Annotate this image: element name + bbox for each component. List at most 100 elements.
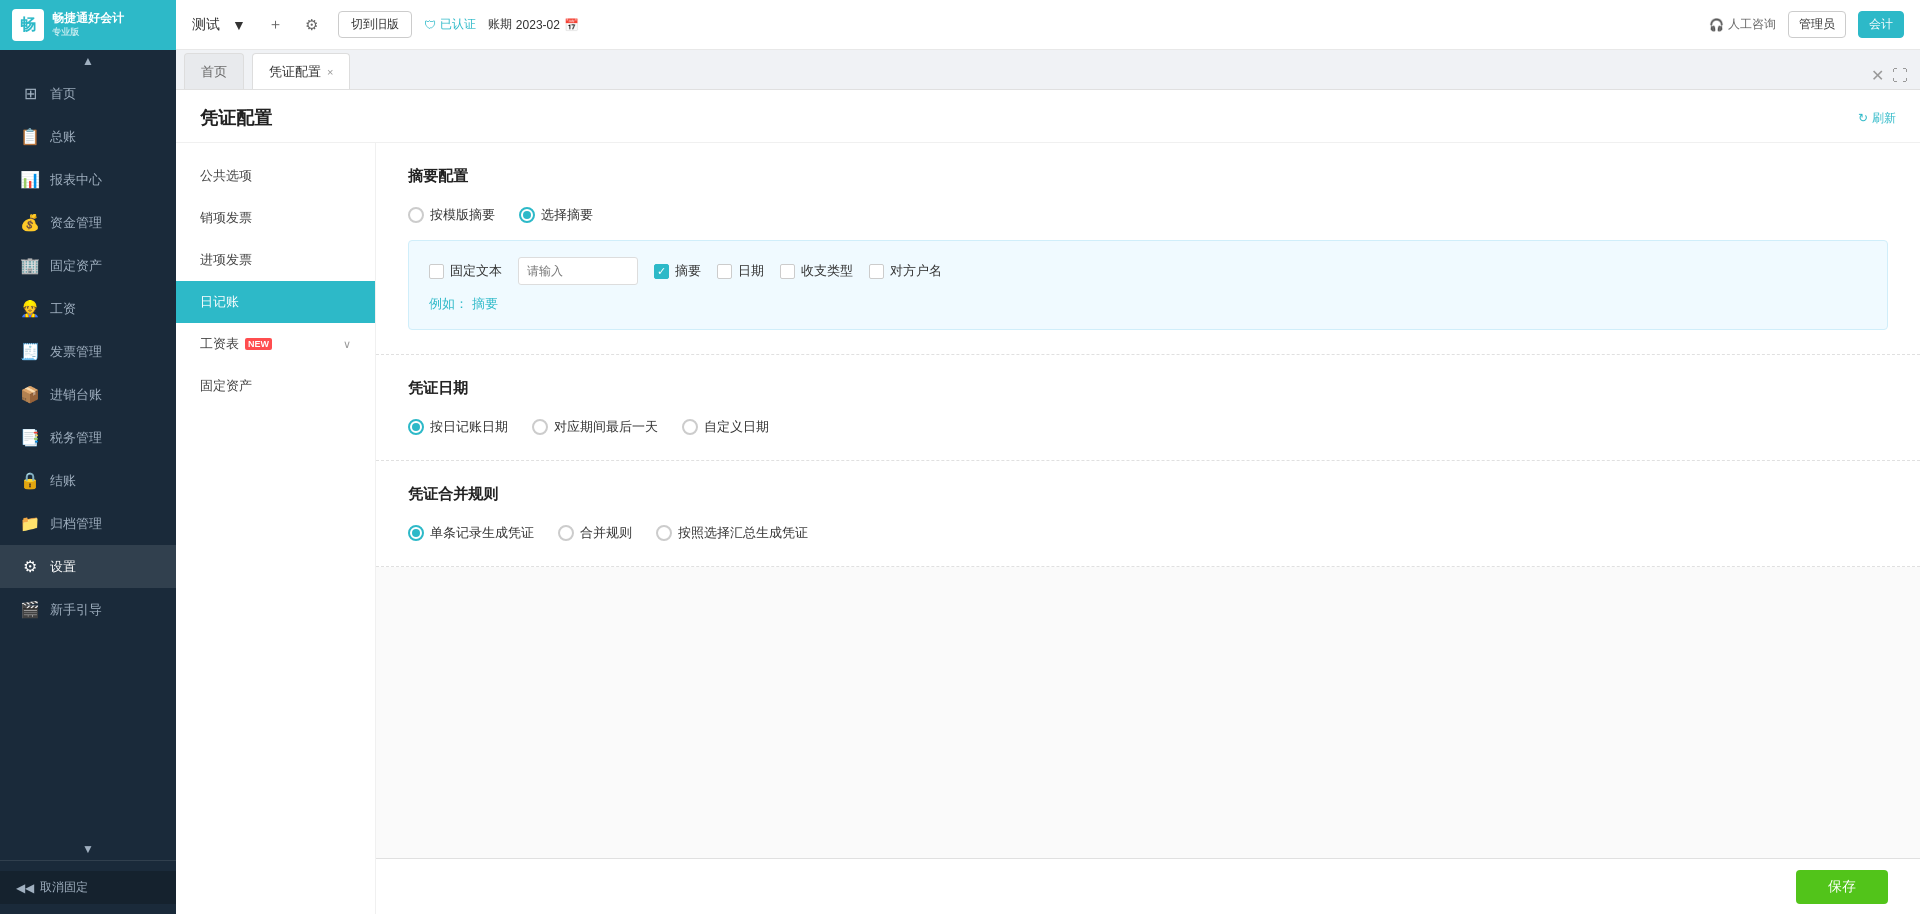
sidebar-item-cash[interactable]: 💰 资金管理	[0, 201, 176, 244]
pay-type-label: 收支类型	[801, 262, 853, 280]
sidebar-item-home[interactable]: ⊞ 首页	[0, 72, 176, 115]
tab-home[interactable]: 首页	[184, 53, 244, 89]
radio-period-last-day[interactable]: 对应期间最后一天	[532, 418, 658, 436]
cancel-fixed-btn[interactable]: ◀◀ 取消固定	[0, 871, 176, 904]
period-value: 2023-02	[516, 18, 560, 32]
checkbox-box-counterpart	[869, 264, 884, 279]
fixed-text-input[interactable]	[518, 257, 638, 285]
guide-icon: 🎬	[20, 600, 40, 619]
refresh-btn[interactable]: ↻ 刷新	[1858, 110, 1896, 127]
radio-template-label: 按模版摘要	[430, 206, 495, 224]
tab-close-icon[interactable]: ×	[327, 66, 333, 78]
refresh-icon: ↻	[1858, 111, 1868, 125]
scroll-down-arrow[interactable]: ▼	[0, 838, 176, 860]
radio-template-summary[interactable]: 按模版摘要	[408, 206, 495, 224]
radio-journal-date[interactable]: 按日记账日期	[408, 418, 508, 436]
sidebar-item-label: 税务管理	[50, 429, 102, 447]
left-nav-item-public[interactable]: 公共选项	[176, 155, 375, 197]
close-window-btn[interactable]: ✕	[1871, 66, 1884, 85]
archive-icon: 📁	[20, 514, 40, 533]
save-button[interactable]: 保存	[1796, 870, 1888, 904]
sidebar-item-close-account[interactable]: 🔒 结账	[0, 459, 176, 502]
logo-icon: 畅	[12, 9, 44, 41]
sidebar-item-tax[interactable]: 📑 税务管理	[0, 416, 176, 459]
sidebar-item-ledger[interactable]: 📋 总账	[0, 115, 176, 158]
scroll-up-arrow[interactable]: ▲	[0, 50, 176, 72]
radio-select-summary[interactable]: 选择摘要	[519, 206, 593, 224]
left-nav-item-journal[interactable]: 日记账	[176, 281, 375, 323]
sidebar-item-label: 发票管理	[50, 343, 102, 361]
add-btn[interactable]: ＋	[262, 11, 290, 39]
summary-radio-group: 按模版摘要 选择摘要	[408, 206, 1888, 224]
example-text: 例如： 摘要	[429, 295, 1867, 313]
summary-config-box: 固定文本 ✓ 摘要 日期	[408, 240, 1888, 330]
sidebar-item-label: 固定资产	[50, 257, 102, 275]
left-nav-item-sales-invoice[interactable]: 销项发票	[176, 197, 375, 239]
page: 凭证配置 ↻ 刷新 公共选项 销项发票 进项发票	[176, 90, 1920, 914]
radio-merge-label: 合并规则	[580, 524, 632, 542]
fixed-text-label: 固定文本	[450, 262, 502, 280]
checkbox-pay-type[interactable]: 收支类型	[780, 262, 853, 280]
radio-circle-single	[408, 525, 424, 541]
report-icon: 📊	[20, 170, 40, 189]
radio-aggregate-label: 按照选择汇总生成凭证	[678, 524, 808, 542]
radio-period-last-label: 对应期间最后一天	[554, 418, 658, 436]
radio-custom-date-label: 自定义日期	[704, 418, 769, 436]
cash-icon: 💰	[20, 213, 40, 232]
sidebar-item-settings[interactable]: ⚙ 设置	[0, 545, 176, 588]
tab-voucher-config-label: 凭证配置	[269, 63, 321, 81]
radio-circle-journal-date	[408, 419, 424, 435]
tab-voucher-config[interactable]: 凭证配置 ×	[252, 53, 350, 89]
consult-label: 人工咨询	[1728, 16, 1776, 33]
consult-btn[interactable]: 🎧 人工咨询	[1709, 16, 1776, 33]
checkbox-fixed-text[interactable]: 固定文本	[429, 262, 502, 280]
tax-icon: 📑	[20, 428, 40, 447]
invoice-icon: 🧾	[20, 342, 40, 361]
merge-radio-group: 单条记录生成凭证 合并规则 按照选择汇总生成凭证	[408, 524, 1888, 542]
ledger-icon: 📋	[20, 127, 40, 146]
radio-merge-rule[interactable]: 合并规则	[558, 524, 632, 542]
counterpart-label: 对方户名	[890, 262, 942, 280]
page-title: 凭证配置	[200, 106, 272, 130]
date-radio-group: 按日记账日期 对应期间最后一天 自定义日期	[408, 418, 1888, 436]
radio-single-record[interactable]: 单条记录生成凭证	[408, 524, 534, 542]
sidebar-item-guide[interactable]: 🎬 新手引导	[0, 588, 176, 631]
sidebar-item-invoice[interactable]: 🧾 发票管理	[0, 330, 176, 373]
radio-circle-aggregate	[656, 525, 672, 541]
checkbox-date[interactable]: 日期	[717, 262, 764, 280]
role-accountant-btn[interactable]: 会计	[1858, 11, 1904, 38]
radio-aggregate[interactable]: 按照选择汇总生成凭证	[656, 524, 808, 542]
switch-version-btn[interactable]: 切到旧版	[338, 11, 412, 38]
sidebar-item-sales[interactable]: 📦 进销台账	[0, 373, 176, 416]
expand-window-btn[interactable]: ⛶	[1892, 67, 1908, 85]
sidebar-item-report[interactable]: 📊 报表中心	[0, 158, 176, 201]
calendar-icon[interactable]: 📅	[564, 18, 579, 32]
left-nav-item-fixed-assets[interactable]: 固定资产	[176, 365, 375, 407]
cancel-fixed-label: 取消固定	[40, 879, 88, 896]
sidebar-item-label: 工资	[50, 300, 76, 318]
checkbox-summary[interactable]: ✓ 摘要	[654, 262, 701, 280]
refresh-label: 刷新	[1872, 110, 1896, 127]
workspace-arrow: ▼	[232, 17, 246, 33]
radio-select-label: 选择摘要	[541, 206, 593, 224]
right-panel: 摘要配置 按模版摘要 选择摘要	[376, 143, 1920, 914]
sidebar-item-payroll[interactable]: 👷 工资	[0, 287, 176, 330]
sidebar-item-label: 设置	[50, 558, 76, 576]
radio-custom-date[interactable]: 自定义日期	[682, 418, 769, 436]
topbar: 测试 ▼ ＋ ⚙ 切到旧版 🛡 已认证 账期 2023-02 📅 🎧 人工咨询 …	[176, 0, 1920, 50]
sidebar-item-label: 结账	[50, 472, 76, 490]
left-nav-item-purchase-invoice[interactable]: 进项发票	[176, 239, 375, 281]
sidebar-item-archive[interactable]: 📁 归档管理	[0, 502, 176, 545]
expand-arrow: ∨	[343, 338, 351, 351]
sidebar-item-label: 首页	[50, 85, 76, 103]
period-info: 账期 2023-02 📅	[488, 16, 579, 33]
page-footer: 保存	[376, 858, 1920, 914]
role-manager-btn[interactable]: 管理员	[1788, 11, 1846, 38]
home-icon: ⊞	[20, 84, 40, 103]
checkbox-counterpart[interactable]: 对方户名	[869, 262, 942, 280]
sidebar-item-assets[interactable]: 🏢 固定资产	[0, 244, 176, 287]
left-nav-item-payroll[interactable]: 工资表 NEW ∨	[176, 323, 375, 365]
sidebar: 畅 畅捷通好会计 专业版 ▲ ⊞ 首页 📋 总账 📊 报表中心 💰 资金管理 🏢…	[0, 0, 176, 914]
settings-btn[interactable]: ⚙	[298, 11, 326, 39]
radio-circle-template	[408, 207, 424, 223]
